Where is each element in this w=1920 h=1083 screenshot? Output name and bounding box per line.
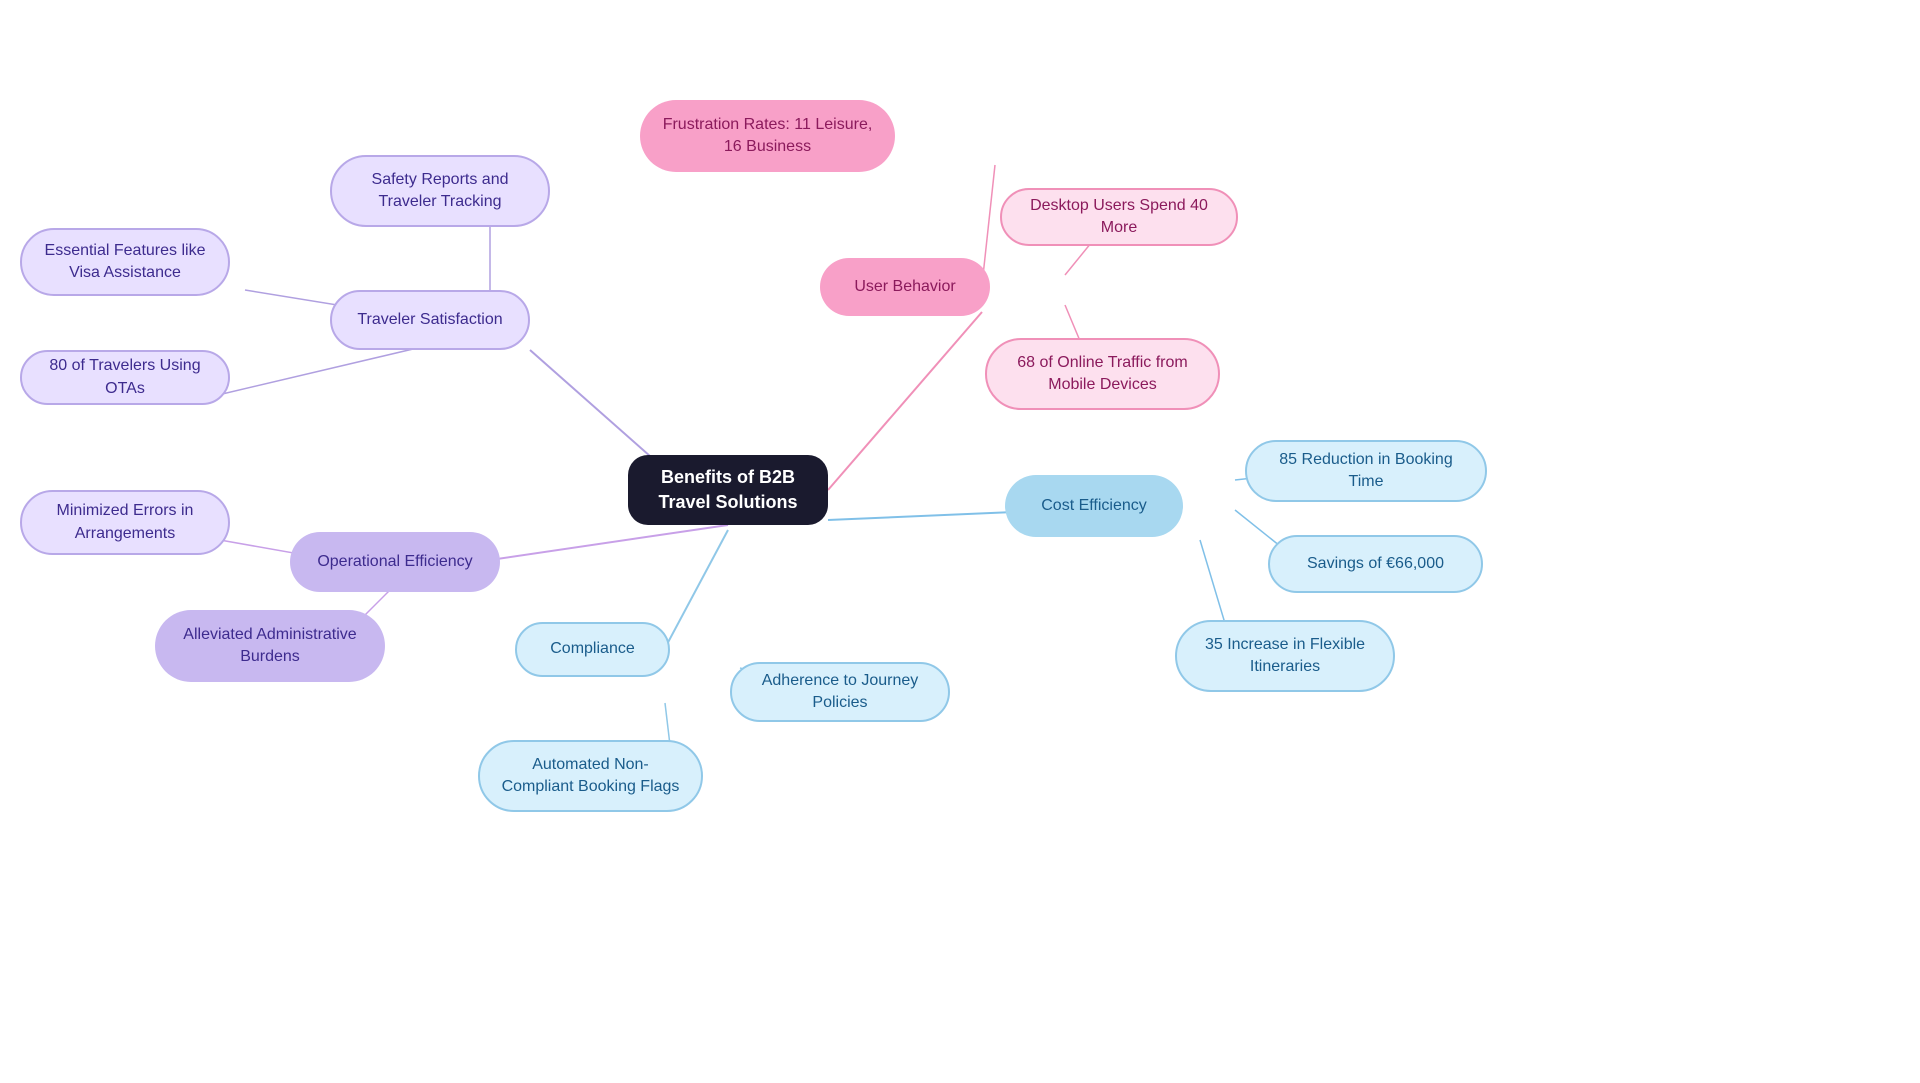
- desktop-users-node: Desktop Users Spend 40 More: [1000, 188, 1238, 246]
- flexible-itineraries-node: 35 Increase in Flexible Itineraries: [1175, 620, 1395, 692]
- essential-features-node: Essential Features like Visa Assistance: [20, 228, 230, 296]
- safety-reports-node: Safety Reports and Traveler Tracking: [330, 155, 550, 227]
- connections-svg: [0, 0, 1920, 1083]
- operational-efficiency-node: Operational Efficiency: [290, 532, 500, 592]
- automated-flags-node: Automated Non-Compliant Booking Flags: [478, 740, 703, 812]
- traveler-satisfaction-node: Traveler Satisfaction: [330, 290, 530, 350]
- savings-node: Savings of €66,000: [1268, 535, 1483, 593]
- center-node: Benefits of B2B Travel Solutions: [628, 455, 828, 525]
- compliance-node: Compliance: [515, 622, 670, 677]
- minimized-errors-node: Minimized Errors in Arrangements: [20, 490, 230, 555]
- cost-efficiency-node: Cost Efficiency: [1005, 475, 1183, 537]
- adherence-node: Adherence to Journey Policies: [730, 662, 950, 722]
- mindmap-container: Benefits of B2B Travel Solutions Travele…: [0, 0, 1920, 1083]
- alleviated-admin-node: Alleviated Administrative Burdens: [155, 610, 385, 682]
- ota-travelers-node: 80 of Travelers Using OTAs: [20, 350, 230, 405]
- online-traffic-node: 68 of Online Traffic from Mobile Devices: [985, 338, 1220, 410]
- booking-time-node: 85 Reduction in Booking Time: [1245, 440, 1487, 502]
- user-behavior-node: User Behavior: [820, 258, 990, 316]
- frustration-rates-node: Frustration Rates: 11 Leisure, 16 Busine…: [640, 100, 895, 172]
